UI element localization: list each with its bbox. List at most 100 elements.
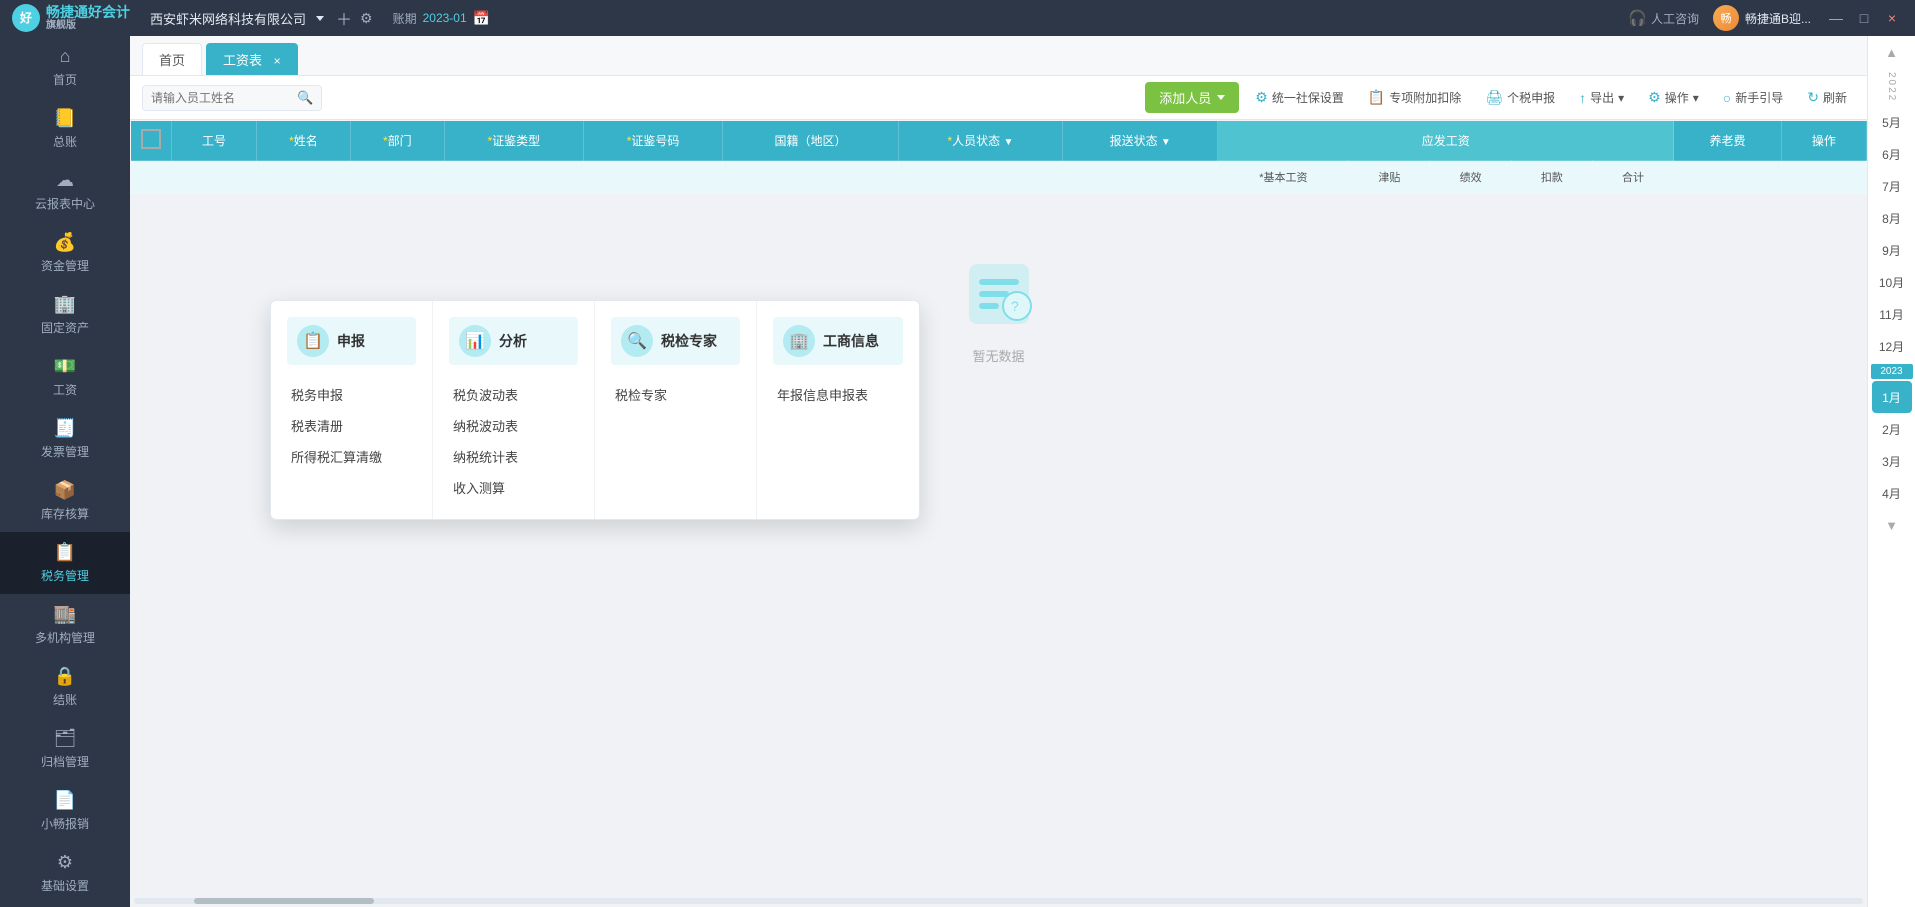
support-button[interactable]: 🎧 人工咨询 — [1628, 9, 1699, 27]
social-insurance-label: 统一社保设置 — [1272, 89, 1344, 106]
menu-item-tax-form[interactable]: 税表清册 — [287, 410, 416, 441]
sidebar-item-salary[interactable]: 💵 工资 — [0, 346, 130, 408]
sidebar-item-multi[interactable]: 🏬 多机构管理 — [0, 594, 130, 656]
menu-item-tax-declare[interactable]: 税务申报 — [287, 379, 416, 410]
subheader-base-salary: *基本工资 — [1218, 161, 1349, 194]
sidebar-item-assets[interactable]: 🏢 固定资产 — [0, 284, 130, 346]
date-month-2022-10[interactable]: 10月 — [1872, 266, 1912, 298]
menu-item-income-tax-calc[interactable]: 所得税汇算清缴 — [287, 441, 416, 472]
new-guide-label: 新手引导 — [1735, 89, 1783, 106]
inventory-icon: 📦 — [54, 480, 76, 501]
add-company-button[interactable]: ＋ — [336, 6, 352, 30]
date-month-2022-7[interactable]: 7月 — [1872, 170, 1912, 202]
minimize-button[interactable]: — — [1825, 7, 1847, 29]
special-deduction-icon: 📋 — [1368, 89, 1385, 106]
subheader-empty11 — [1781, 161, 1866, 194]
company-selector[interactable]: 西安虾米网络科技有限公司 ＋ ⚙ — [150, 6, 373, 30]
date-month-2023-3[interactable]: 3月 — [1872, 445, 1912, 477]
expense-icon: 📄 — [54, 790, 76, 811]
sidebar-item-tax[interactable]: 📋 税务管理 — [0, 532, 130, 594]
social-insurance-button[interactable]: ⚙ 统一社保设置 — [1247, 85, 1352, 110]
add-person-button[interactable]: 添加人员 — [1145, 82, 1239, 113]
date-month-2022-11[interactable]: 11月 — [1872, 298, 1912, 330]
menu-section-analysis-header: 📊 分析 — [449, 317, 578, 365]
sidebar-item-fund[interactable]: 💰 资金管理 — [0, 222, 130, 284]
sidebar-item-ledger[interactable]: 📒 总账 — [0, 98, 130, 160]
dropdown-menu: 📋 申报 税务申报 税表清册 所得税汇算清缴 📊 分析 税负波动表 — [270, 300, 920, 520]
accounting-period: 账期 2023-01 📅 — [393, 10, 491, 27]
tab-close-button[interactable]: × — [274, 54, 281, 68]
operation-label: 操作 — [1665, 89, 1689, 106]
sidebar-item-cloud[interactable]: ☁ 云报表中心 — [0, 160, 130, 222]
subheader-empty1 — [131, 161, 172, 194]
date-month-2022-12[interactable]: 12月 — [1872, 330, 1912, 362]
subheader-allowance: 津贴 — [1349, 161, 1430, 194]
bottom-scrollbar[interactable] — [130, 895, 1867, 907]
logo-sub: 旗舰版 — [46, 20, 130, 32]
bizinfo-section-icon: 🏢 — [783, 325, 815, 357]
subheader-empty4 — [350, 161, 444, 194]
menu-item-tax-payment[interactable]: 纳税波动表 — [449, 410, 578, 441]
operation-button[interactable]: ⚙ 操作 ▾ — [1640, 85, 1707, 110]
scrollbar-thumb[interactable] — [194, 898, 374, 904]
header-status: *人员状态 ▼ — [898, 121, 1062, 161]
operation-icon: ⚙ — [1648, 89, 1661, 106]
period-calendar-icon[interactable]: 📅 — [473, 10, 490, 27]
sidebar-item-invoice[interactable]: 🧾 发票管理 — [0, 408, 130, 470]
new-guide-button[interactable]: ○ 新手引导 — [1715, 85, 1791, 110]
menu-item-income-calc[interactable]: 收入测算 — [449, 472, 578, 503]
tabs-bar: 首页 工资表 × — [130, 36, 1867, 76]
user-info[interactable]: 畅 畅捷通B迎... — [1713, 5, 1811, 31]
tab-salary-table[interactable]: 工资表 × — [206, 43, 298, 75]
fund-icon: 💰 — [54, 232, 76, 253]
empty-icon: ? — [959, 254, 1039, 334]
sidebar-item-archive[interactable]: 🗂 归档管理 — [0, 718, 130, 780]
select-all-checkbox[interactable] — [141, 129, 161, 149]
header-salary-group: 应发工资 — [1218, 121, 1674, 161]
sidebar-item-home[interactable]: ⌂ 首页 — [0, 36, 130, 98]
date-panel-prev-nav[interactable]: ▲ — [1876, 36, 1908, 68]
menu-item-tax-burden[interactable]: 税负波动表 — [449, 379, 578, 410]
sidebar-item-inventory[interactable]: 📦 库存核算 — [0, 470, 130, 532]
archive-icon: 🗂 — [54, 728, 77, 749]
search-input[interactable] — [151, 91, 291, 105]
sidebar-item-expense[interactable]: 📄 小畅报销 — [0, 780, 130, 842]
tax-return-button[interactable]: 🖨 个税申报 — [1477, 85, 1563, 110]
company-dropdown-icon[interactable] — [316, 16, 324, 21]
sidebar-item-settings[interactable]: ⚙ 基础设置 — [0, 842, 130, 904]
logo-icon: 好 — [12, 4, 40, 32]
header-cert-no: *证鉴号码 — [583, 121, 722, 161]
table-area: 工号 *姓名 *部门 *证鉴类型 *证鉴号码 国籍（地区） *人员状态 ▼ 报送… — [130, 120, 1867, 907]
date-month-2023-4[interactable]: 4月 — [1872, 477, 1912, 509]
subheader-empty5 — [444, 161, 583, 194]
date-panel-next-nav[interactable]: ▼ — [1876, 509, 1908, 541]
content-area: 首页 工资表 × 🔍 添加人员 ⚙ 统一社保设置 — [130, 36, 1867, 907]
tab-home[interactable]: 首页 — [142, 43, 202, 75]
header-checkbox[interactable] — [131, 121, 172, 161]
export-button[interactable]: ↑ 导出 ▾ — [1571, 85, 1632, 110]
tax-return-label: 个税申报 — [1507, 89, 1555, 106]
date-month-2022-9[interactable]: 9月 — [1872, 234, 1912, 266]
export-label: 导出 — [1590, 89, 1614, 106]
menu-item-taxexpert[interactable]: 税检专家 — [611, 379, 740, 410]
date-month-2022-5[interactable]: 5月 — [1872, 106, 1912, 138]
data-table: 工号 *姓名 *部门 *证鉴类型 *证鉴号码 国籍（地区） *人员状态 ▼ 报送… — [130, 120, 1867, 194]
subheader-empty3 — [257, 161, 351, 194]
search-box[interactable]: 🔍 — [142, 85, 322, 111]
sidebar-item-close-accounts[interactable]: 🔒 结账 — [0, 656, 130, 718]
settings-icon[interactable]: ⚙ — [360, 10, 373, 27]
scrollbar-track — [134, 898, 1863, 904]
date-month-2023-1[interactable]: 1月 — [1872, 381, 1912, 413]
menu-section-taxexpert: 🔍 税检专家 税检专家 — [595, 301, 757, 519]
date-month-2023-2[interactable]: 2月 — [1872, 413, 1912, 445]
menu-section-declaration: 📋 申报 税务申报 税表清册 所得税汇算清缴 — [271, 301, 433, 519]
date-month-2022-8[interactable]: 8月 — [1872, 202, 1912, 234]
date-month-2022-6[interactable]: 6月 — [1872, 138, 1912, 170]
invoice-icon: 🧾 — [54, 418, 76, 439]
menu-item-tax-stat[interactable]: 纳税统计表 — [449, 441, 578, 472]
close-button[interactable]: × — [1881, 7, 1903, 29]
refresh-button[interactable]: ↻ 刷新 — [1799, 85, 1855, 110]
special-deduction-button[interactable]: 📋 专项附加扣除 — [1360, 85, 1469, 110]
menu-item-annual-report[interactable]: 年报信息申报表 — [773, 379, 903, 410]
maximize-button[interactable]: □ — [1853, 7, 1875, 29]
